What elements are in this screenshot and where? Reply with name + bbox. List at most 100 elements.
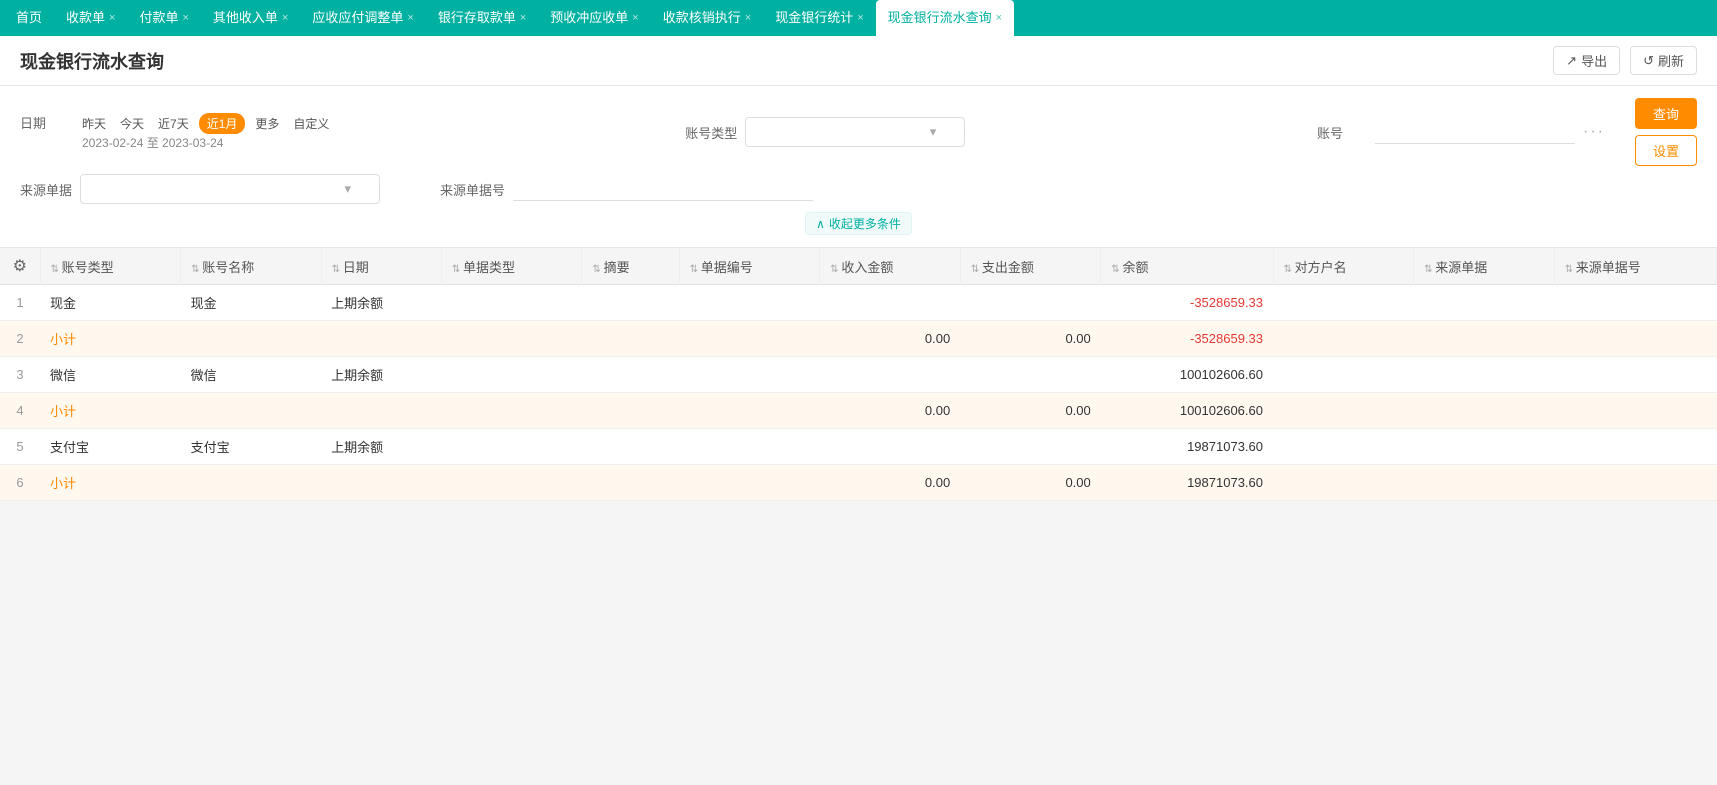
nav-receipt-close[interactable]: × [109,0,115,36]
sort-icon-3: ⇅ [332,264,343,275]
col-header-summary[interactable]: ⇅ 摘要 [582,248,679,285]
cell-source_doc [1414,285,1555,321]
cell-doc_no [679,429,820,465]
cell-seq: 4 [0,393,40,429]
refresh-icon: ↺ [1643,53,1654,69]
cell-account_name [181,393,322,429]
date-shortcut-today[interactable]: 今天 [116,113,148,134]
nav-prepay[interactable]: 预收冲应收单 × [538,0,650,36]
col-header-expense[interactable]: ⇅ 支出金额 [960,248,1101,285]
cell-account_name: 支付宝 [181,429,322,465]
nav-cashflow[interactable]: 现金银行流水查询 × [876,0,1014,36]
cell-date [321,393,441,429]
col-header-date[interactable]: ⇅ 日期 [321,248,441,285]
cell-account_type: 现金 [40,285,181,321]
account-type-select[interactable]: ▾ [745,117,965,147]
sort-icon-8: ⇅ [971,264,982,275]
cell-expense [960,429,1101,465]
nav-bank[interactable]: 银行存取款单 × [426,0,538,36]
nav-other-income[interactable]: 其他收入单 × [201,0,300,36]
cell-summary [582,393,679,429]
date-shortcut-7days[interactable]: 近7天 [154,113,193,134]
nav-adjust[interactable]: 应收应付调整单 × [300,0,425,36]
cell-income [820,285,961,321]
nav-payment-close[interactable]: × [182,0,188,36]
nav-home[interactable]: 首页 [4,0,54,36]
nav-adjust-close[interactable]: × [407,0,413,36]
source-doc-label: 来源单据 [20,180,72,199]
nav-receipt-label: 收款单 [66,0,105,36]
cell-counterparty [1273,429,1414,465]
source-doc-select[interactable]: ▾ [80,174,380,204]
cell-balance: -3528659.33 [1101,285,1273,321]
table-body: 1现金现金上期余额-3528659.332小计0.000.00-3528659.… [0,285,1717,501]
collapse-button[interactable]: ∧ 收起更多条件 [805,212,912,235]
nav-receipt[interactable]: 收款单 × [54,0,127,36]
export-button[interactable]: ↗ 导出 [1553,46,1620,75]
account-input[interactable] [1375,120,1575,144]
cell-counterparty [1273,465,1414,501]
cell-income [820,357,961,393]
nav-prepay-close[interactable]: × [632,0,638,36]
col-header-source-doc-no[interactable]: ⇅ 来源单据号 [1554,248,1716,285]
cell-date [321,321,441,357]
cell-account_type: 小计 [40,465,181,501]
date-shortcut-yesterday[interactable]: 昨天 [78,113,110,134]
cell-counterparty [1273,321,1414,357]
sort-icon-10: ⇅ [1284,264,1295,275]
cell-account_type: 小计 [40,393,181,429]
collapse-bar: ∧ 收起更多条件 [20,212,1697,235]
cell-account_name: 微信 [181,357,322,393]
col-header-account-name[interactable]: ⇅ 账号名称 [181,248,322,285]
cell-doc_no [679,465,820,501]
col-header-income[interactable]: ⇅ 收入金额 [820,248,961,285]
query-button[interactable]: 查询 [1635,98,1697,129]
cell-expense: 0.00 [960,465,1101,501]
nav-other-income-close[interactable]: × [282,0,288,36]
col-header-counterparty[interactable]: ⇅ 对方户名 [1273,248,1414,285]
cell-seq: 1 [0,285,40,321]
cell-account_type: 支付宝 [40,429,181,465]
filter-row-2: 来源单据 ▾ 来源单据号 [20,174,1697,204]
nav-home-label: 首页 [16,0,42,36]
cell-account_name: 现金 [181,285,322,321]
col-header-doc-type[interactable]: ⇅ 单据类型 [441,248,582,285]
date-shortcut-custom[interactable]: 自定义 [289,113,333,134]
cell-doc_type [441,321,582,357]
col-header-settings[interactable]: ⚙ [0,248,40,285]
account-type-label: 账号类型 [685,123,737,142]
col-header-source-doc[interactable]: ⇅ 来源单据 [1414,248,1555,285]
cell-account_name [181,321,322,357]
gear-icon[interactable]: ⚙ [13,258,27,275]
col-header-doc-no[interactable]: ⇅ 单据编号 [679,248,820,285]
nav-cashflow-close[interactable]: × [996,0,1002,36]
cell-balance: 100102606.60 [1101,357,1273,393]
cell-seq: 6 [0,465,40,501]
nav-stats-close[interactable]: × [857,0,863,36]
cell-doc_type [441,393,582,429]
cell-doc_no [679,321,820,357]
nav-bank-label: 银行存取款单 [438,0,516,36]
nav-payment[interactable]: 付款单 × [127,0,200,36]
sort-icon-7: ⇅ [830,264,841,275]
date-shortcut-more[interactable]: 更多 [251,113,283,134]
account-dots[interactable]: ··· [1583,123,1605,141]
nav-stats[interactable]: 现金银行统计 × [763,0,875,36]
refresh-button[interactable]: ↺ 刷新 [1630,46,1697,75]
col-header-account-type[interactable]: ⇅ 账号类型 [40,248,181,285]
col-header-balance[interactable]: ⇅ 余额 [1101,248,1273,285]
cell-summary [582,465,679,501]
sort-icon-4: ⇅ [452,264,463,275]
cell-doc_type [441,285,582,321]
table-row: 4小计0.000.00100102606.60 [0,393,1717,429]
nav-verify-close[interactable]: × [745,0,751,36]
nav-verify-label: 收款核销执行 [663,0,741,36]
date-section: 昨天 今天 近7天 近1月 更多 自定义 2023-02-24 至 2023-0… [78,113,333,151]
date-shortcut-1month[interactable]: 近1月 [199,113,246,134]
sort-icon-11: ⇅ [1424,264,1435,275]
settings-button[interactable]: 设置 [1635,135,1697,166]
source-doc-num-input[interactable] [513,177,813,201]
cell-income [820,429,961,465]
nav-verify[interactable]: 收款核销执行 × [651,0,763,36]
nav-bank-close[interactable]: × [520,0,526,36]
